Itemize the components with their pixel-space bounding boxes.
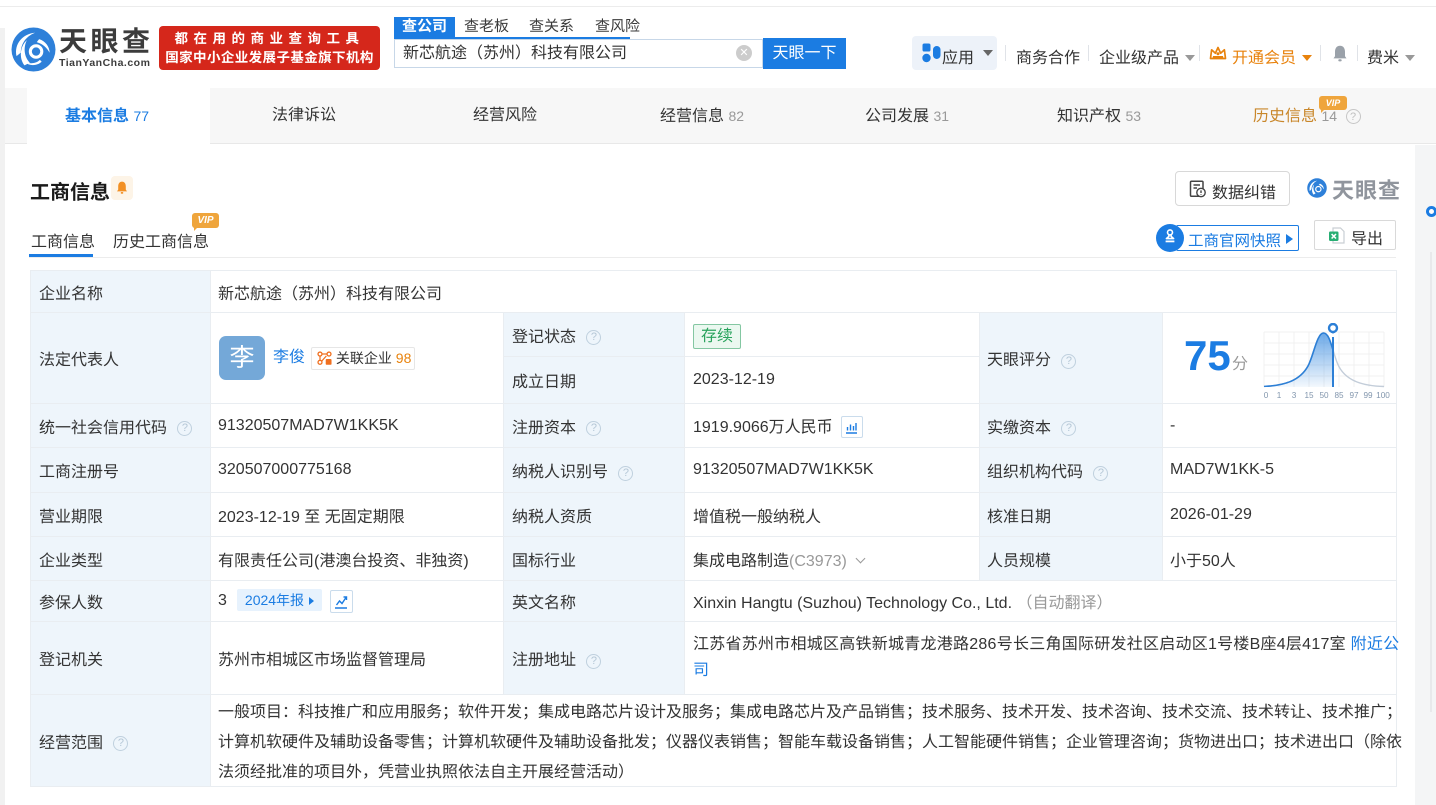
svg-text:15: 15 bbox=[1304, 391, 1314, 400]
svg-text:99: 99 bbox=[1363, 391, 1373, 400]
svg-text:50: 50 bbox=[1319, 391, 1329, 400]
svg-text:1: 1 bbox=[1277, 391, 1282, 400]
svg-text:97: 97 bbox=[1349, 391, 1359, 400]
svg-text:0: 0 bbox=[1264, 391, 1269, 400]
svg-text:85: 85 bbox=[1334, 391, 1344, 400]
svg-text:3: 3 bbox=[1292, 391, 1297, 400]
svg-text:100: 100 bbox=[1376, 391, 1390, 400]
